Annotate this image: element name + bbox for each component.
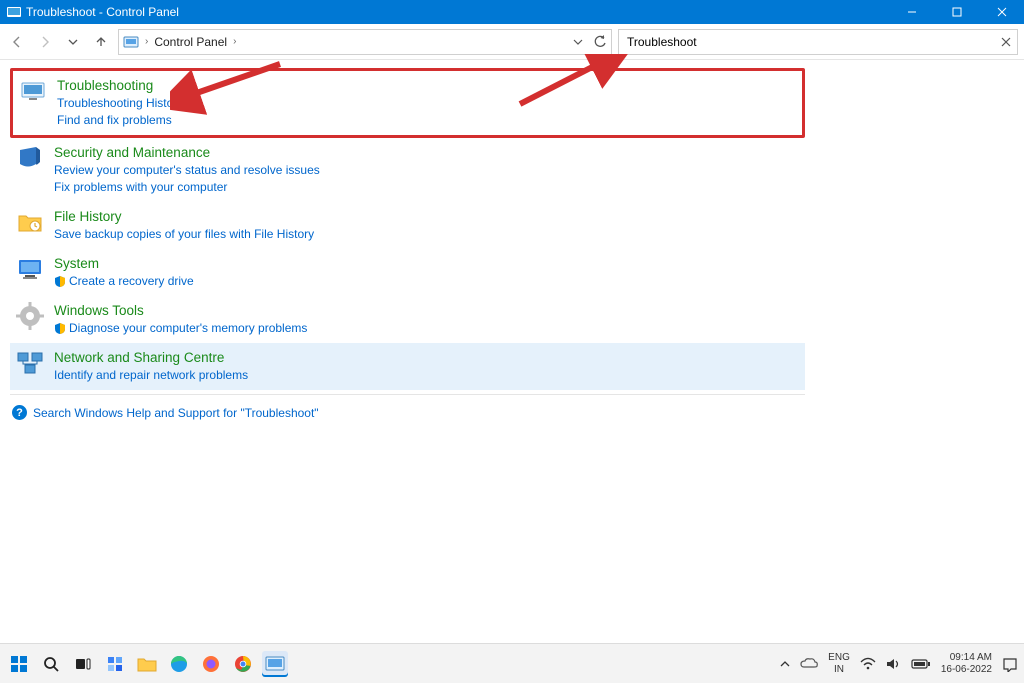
result-sublink[interactable]: Identify and repair network problems bbox=[54, 367, 248, 384]
refresh-button[interactable] bbox=[593, 35, 607, 49]
maximize-button[interactable] bbox=[934, 0, 979, 24]
result-item-file-history[interactable]: File HistorySave backup copies of your f… bbox=[10, 202, 805, 249]
lang-line1: ENG bbox=[828, 652, 850, 664]
content-area: TroubleshootingTroubleshooting History Fi… bbox=[0, 60, 1024, 643]
result-body: File HistorySave backup copies of your f… bbox=[54, 208, 314, 243]
result-title[interactable]: Network and Sharing Centre bbox=[54, 349, 248, 367]
result-sublink[interactable]: Create a recovery drive bbox=[54, 273, 194, 290]
search-taskbar-button[interactable] bbox=[38, 651, 64, 677]
result-item-system[interactable]: SystemCreate a recovery drive bbox=[10, 249, 805, 296]
close-button[interactable] bbox=[979, 0, 1024, 24]
window-title: Troubleshoot - Control Panel bbox=[26, 5, 179, 19]
result-sublink-text: Review your computer's status and resolv… bbox=[54, 163, 320, 177]
result-sublink[interactable]: Troubleshooting History bbox=[57, 95, 183, 112]
onedrive-icon[interactable] bbox=[800, 658, 818, 670]
control-panel-taskbar-button[interactable] bbox=[262, 651, 288, 677]
chevron-right-icon[interactable]: › bbox=[231, 36, 238, 47]
time-text: 09:14 AM bbox=[941, 652, 992, 664]
result-sublink-text: Troubleshooting History bbox=[57, 96, 183, 110]
result-body: SystemCreate a recovery drive bbox=[54, 255, 194, 290]
result-title[interactable]: Security and Maintenance bbox=[54, 144, 320, 162]
result-sublink-text: Save backup copies of your files with Fi… bbox=[54, 227, 314, 241]
wifi-icon[interactable] bbox=[860, 657, 876, 671]
shield-icon bbox=[54, 322, 66, 334]
result-item-network-sharing[interactable]: Network and Sharing CentreIdentify and r… bbox=[10, 343, 805, 390]
up-button[interactable] bbox=[90, 31, 112, 53]
notifications-button[interactable] bbox=[1002, 656, 1018, 672]
result-sublink[interactable]: Save backup copies of your files with Fi… bbox=[54, 226, 314, 243]
address-dropdown-button[interactable] bbox=[573, 37, 583, 47]
address-bar[interactable]: › Control Panel › bbox=[118, 29, 612, 55]
result-sublink[interactable]: Find and fix problems bbox=[57, 112, 183, 129]
breadcrumb-root[interactable]: Control Panel bbox=[154, 35, 227, 49]
chrome-button[interactable] bbox=[230, 651, 256, 677]
recent-locations-button[interactable] bbox=[62, 31, 84, 53]
forward-button[interactable] bbox=[34, 31, 56, 53]
result-sublink-text: Find and fix problems bbox=[57, 113, 172, 127]
search-results-list: TroubleshootingTroubleshooting History Fi… bbox=[10, 68, 805, 390]
result-sublink-text: Create a recovery drive bbox=[69, 274, 194, 288]
chevron-right-icon[interactable]: › bbox=[143, 36, 150, 47]
troubleshooting-icon bbox=[19, 77, 47, 105]
result-title[interactable]: Windows Tools bbox=[54, 302, 307, 320]
back-button[interactable] bbox=[6, 31, 28, 53]
nav-row: › Control Panel › bbox=[0, 24, 1024, 60]
edge-button[interactable] bbox=[166, 651, 192, 677]
lang-line2: IN bbox=[828, 664, 850, 676]
result-sublink[interactable]: Fix problems with your computer bbox=[54, 179, 320, 196]
system-tray: ENG IN 09:14 AM 16-06-2022 bbox=[780, 652, 1018, 676]
result-title[interactable]: File History bbox=[54, 208, 314, 226]
widgets-button[interactable] bbox=[102, 651, 128, 677]
result-sublink-text: Identify and repair network problems bbox=[54, 368, 248, 382]
control-panel-titlebar-icon bbox=[6, 4, 22, 20]
result-item-windows-tools[interactable]: Windows ToolsDiagnose your computer's me… bbox=[10, 296, 805, 343]
control-panel-icon bbox=[123, 34, 139, 50]
shield-icon bbox=[54, 275, 66, 287]
result-body: Security and MaintenanceReview your comp… bbox=[54, 144, 320, 196]
help-text: Search Windows Help and Support for "Tro… bbox=[33, 406, 319, 420]
result-sublink[interactable]: Review your computer's status and resolv… bbox=[54, 162, 320, 179]
taskbar: ENG IN 09:14 AM 16-06-2022 bbox=[0, 643, 1024, 683]
windows-tools-icon bbox=[16, 302, 44, 330]
result-item-security-maintenance[interactable]: Security and MaintenanceReview your comp… bbox=[10, 138, 805, 202]
battery-icon[interactable] bbox=[911, 658, 931, 670]
divider bbox=[10, 394, 805, 395]
file-history-icon bbox=[16, 208, 44, 236]
titlebar: Troubleshoot - Control Panel bbox=[0, 0, 1024, 24]
search-box[interactable] bbox=[618, 29, 1018, 55]
system-icon bbox=[16, 255, 44, 283]
language-indicator[interactable]: ENG IN bbox=[828, 652, 850, 676]
security-maintenance-icon bbox=[16, 144, 44, 172]
result-sublink[interactable]: Diagnose your computer's memory problems bbox=[54, 320, 307, 337]
result-item-troubleshooting[interactable]: TroubleshootingTroubleshooting History Fi… bbox=[10, 68, 805, 138]
result-sublink-text: Diagnose your computer's memory problems bbox=[69, 321, 307, 335]
firefox-button[interactable] bbox=[198, 651, 224, 677]
minimize-button[interactable] bbox=[889, 0, 934, 24]
date-text: 16-06-2022 bbox=[941, 664, 992, 676]
tray-overflow-button[interactable] bbox=[780, 659, 790, 669]
result-body: TroubleshootingTroubleshooting History Fi… bbox=[57, 77, 183, 129]
result-body: Windows ToolsDiagnose your computer's me… bbox=[54, 302, 307, 337]
task-view-button[interactable] bbox=[70, 651, 96, 677]
clock[interactable]: 09:14 AM 16-06-2022 bbox=[941, 652, 992, 676]
help-icon: ? bbox=[12, 405, 27, 420]
file-explorer-button[interactable] bbox=[134, 651, 160, 677]
network-sharing-icon bbox=[16, 349, 44, 377]
result-title[interactable]: Troubleshooting bbox=[57, 77, 183, 95]
volume-icon[interactable] bbox=[886, 657, 901, 671]
result-body: Network and Sharing CentreIdentify and r… bbox=[54, 349, 248, 384]
help-link[interactable]: ? Search Windows Help and Support for "T… bbox=[10, 399, 1014, 426]
search-input[interactable] bbox=[625, 33, 995, 51]
result-sublink-text: Fix problems with your computer bbox=[54, 180, 227, 194]
clear-search-button[interactable] bbox=[1001, 37, 1011, 47]
start-button[interactable] bbox=[6, 651, 32, 677]
result-title[interactable]: System bbox=[54, 255, 194, 273]
